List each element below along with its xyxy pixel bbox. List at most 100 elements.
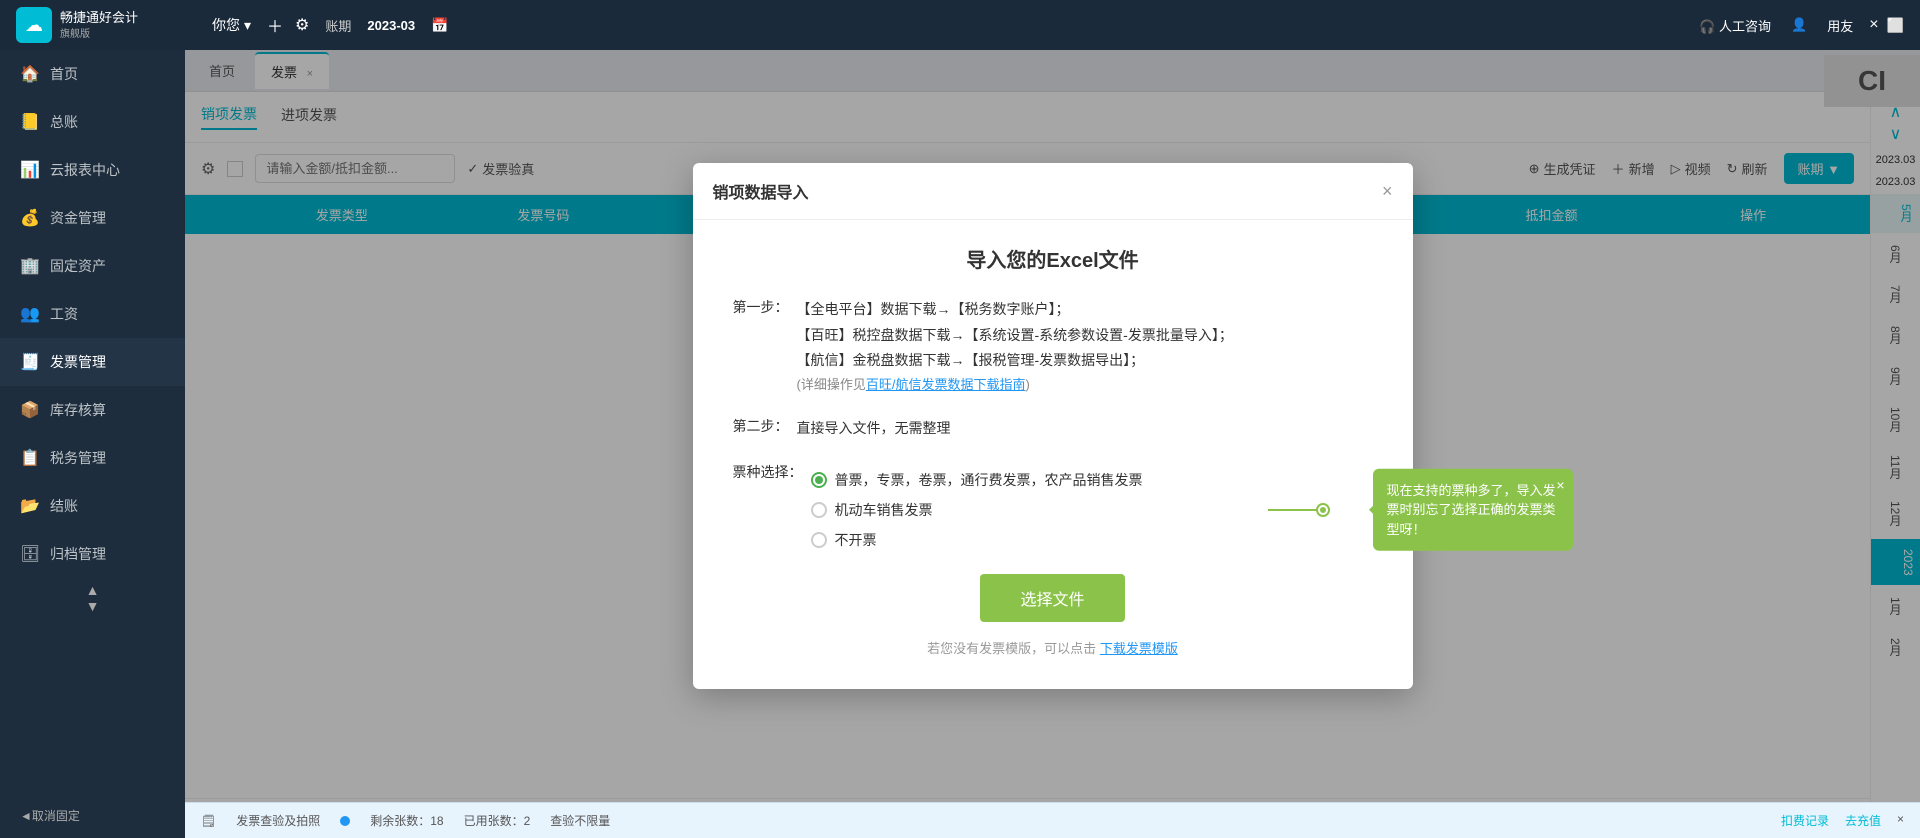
bottom-close-btn[interactable]: × (1897, 812, 1904, 829)
bottom-bar: 🗒 发票查验及拍照 剩余张数：18 已用张数：2 查验不限量 扣费记录 去充值 … (185, 802, 1920, 838)
radio-3[interactable] (811, 532, 827, 548)
archive-icon: 🗄 (20, 544, 40, 564)
ledger-icon: 📒 (20, 112, 40, 132)
unlimited-label: 查验不限量 (550, 812, 610, 829)
footer-text: 若您没有发票模版，可以点击 (927, 641, 1096, 656)
sidebar-item-close[interactable]: 📂 结账 (0, 482, 185, 530)
radio-1[interactable] (811, 472, 827, 488)
ticket-option-1-label: 普票，专票，卷票，通行费发票，农产品销售发票 (835, 470, 1143, 490)
logo-icon: ☁ (16, 7, 52, 43)
top-right: 🎧 人工咨询 👤 用友 (1699, 16, 1853, 35)
status-dot (340, 816, 350, 826)
used-count: 已用张数：2 (464, 812, 531, 829)
sidebar-label-inventory: 库存核算 (50, 400, 106, 420)
account-selector[interactable]: 你您 ▾ (212, 15, 251, 35)
sidebar-item-home[interactable]: 🏠 首页 (0, 50, 185, 98)
ticket-label: 票种选择： (733, 462, 803, 482)
sidebar-label-home: 首页 (50, 64, 78, 84)
chevron-down-icon[interactable]: ▾ (244, 17, 251, 34)
top-center: 你您 ▾ ＋ ⚙ 账期 2023-03 📅 (196, 13, 1699, 37)
support-btn[interactable]: 🎧 人工咨询 (1699, 16, 1771, 35)
sidebar-item-ledger[interactable]: 📒 总账 (0, 98, 185, 146)
tooltip-arrow (1363, 504, 1375, 516)
sidebar-item-salary[interactable]: 👥 工资 (0, 290, 185, 338)
tooltip-text: 现在支持的票种多了，导入发票时别忘了选择正确的发票类型呀！ (1387, 482, 1556, 536)
sidebar-scroll-down[interactable]: ▼ (86, 598, 100, 614)
step1-link[interactable]: 百旺/航信发票数据下载指南 (866, 377, 1026, 392)
logo: ☁ 畅捷通好会计 旗舰版 (16, 7, 196, 43)
sidebar-item-assets[interactable]: 🏢 固定资产 (0, 242, 185, 290)
tooltip-close-btn[interactable]: × (1556, 474, 1564, 495)
step1-sub: (详细操作见百旺/航信发票数据下载指南) (797, 373, 1233, 396)
modal-footer: 若您没有发票模版，可以点击 下载发票模版 (733, 638, 1373, 657)
recharge-link[interactable]: 去充值 (1845, 812, 1881, 829)
assets-icon: 🏢 (20, 256, 40, 276)
tooltip-line (1268, 509, 1318, 511)
modal-close-btn[interactable]: × (1382, 181, 1393, 202)
gear-icon[interactable]: ⚙ (295, 15, 309, 35)
tooltip-anchor-dot (1318, 505, 1328, 515)
modal-backdrop[interactable]: 销项数据导入 × 导入您的Excel文件 第一步： 【全电平台】数据下载→【税务… (185, 50, 1920, 802)
sidebar-label-assets: 固定资产 (50, 256, 106, 276)
tax-icon: 📋 (20, 448, 40, 468)
sidebar-label-funds: 资金管理 (50, 208, 106, 228)
sidebar-label-salary: 工资 (50, 304, 78, 324)
modal-body: 导入您的Excel文件 第一步： 【全电平台】数据下载→【税务数字账户】； 【百… (693, 220, 1413, 688)
user-name: 用友 (1827, 16, 1853, 35)
modal-select-btn-row: 选择文件 (733, 574, 1373, 622)
user-icon: 👤 (1791, 17, 1807, 33)
ticket-option-3-label: 不开票 (835, 530, 877, 550)
sidebar-label-close: 结账 (50, 496, 78, 516)
ticket-option-2[interactable]: 机动车销售发票 × 现在支持的票种多了，导入发票时别忘了选择正确的发票类型呀！ (811, 500, 1143, 520)
modal-step2: 第二步： 直接导入文件，无需整理 (733, 416, 1373, 441)
step1-line2: 【百旺】税控盘数据下载→【系统设置-系统参数设置-发票批量导入】； (797, 323, 1233, 348)
step2-label: 第二步： (733, 416, 789, 441)
fee-record-link[interactable]: 扣费记录 (1781, 812, 1829, 829)
step1-line1: 【全电平台】数据下载→【税务数字账户】； (797, 297, 1233, 322)
modal-main-title: 导入您的Excel文件 (733, 244, 1373, 273)
window-maximize-icon[interactable]: ⬜ (1887, 17, 1904, 34)
reports-icon: 📊 (20, 160, 40, 180)
sidebar-item-reports[interactable]: 📊 云报表中心 (0, 146, 185, 194)
logo-badge: 旗舰版 (60, 25, 138, 40)
sidebar-item-invoice[interactable]: 🧾 发票管理 (0, 338, 185, 386)
radio-2[interactable] (811, 502, 827, 518)
download-template-link[interactable]: 下载发票模版 (1100, 641, 1178, 656)
sidebar-bottom: ◄取消固定 (0, 793, 185, 838)
funds-icon: 💰 (20, 208, 40, 228)
sidebar-item-archive[interactable]: 🗄 归档管理 (0, 530, 185, 578)
tooltip-bubble: × 现在支持的票种多了，导入发票时别忘了选择正确的发票类型呀！ (1373, 468, 1573, 551)
invoice-check-icon: 🗒 (201, 814, 216, 828)
sidebar-item-funds[interactable]: 💰 资金管理 (0, 194, 185, 242)
account-name: 你您 (212, 15, 240, 35)
remaining-count: 剩余张数：18 (370, 812, 443, 829)
period-label: 账期 (325, 16, 351, 35)
ticket-option-1[interactable]: 普票，专票，卷票，通行费发票，农产品销售发票 (811, 470, 1143, 490)
sidebar-unpin-btn[interactable]: ◄取消固定 (0, 793, 185, 838)
ticket-option-3[interactable]: 不开票 (811, 530, 1143, 550)
sidebar-item-inventory[interactable]: 📦 库存核算 (0, 386, 185, 434)
sidebar-label-invoice: 发票管理 (50, 352, 106, 372)
add-icon[interactable]: ＋ (267, 13, 283, 37)
modal-step1: 第一步： 【全电平台】数据下载→【税务数字账户】； 【百旺】税控盘数据下载→【系… (733, 297, 1373, 396)
step1-line3: 【航信】金税盘数据下载→【报税管理-发票数据导出】； (797, 348, 1233, 373)
ticket-options: 普票，专票，卷票，通行费发票，农产品销售发票 机动车销售发票 × 现在支持的票种… (811, 470, 1143, 550)
invoice-icon: 🧾 (20, 352, 40, 372)
window-close-icon[interactable]: × (1869, 16, 1878, 34)
unpin-label: ◄取消固定 (20, 807, 80, 824)
sidebar-scroll-up[interactable]: ▲ (86, 582, 100, 598)
invoice-check-label: 发票查验及拍照 (236, 812, 320, 829)
modal-title: 销项数据导入 (713, 179, 809, 203)
sidebar-item-tax[interactable]: 📋 税务管理 (0, 434, 185, 482)
period-value: 2023-03 (367, 18, 415, 33)
home-icon: 🏠 (20, 64, 40, 84)
top-bar: ☁ 畅捷通好会计 旗舰版 你您 ▾ ＋ ⚙ 账期 2023-03 📅 🎧 人工咨… (0, 0, 1920, 50)
sidebar-label-archive: 归档管理 (50, 544, 106, 564)
sidebar-label-tax: 税务管理 (50, 448, 106, 468)
modal-header: 销项数据导入 × (693, 163, 1413, 220)
calendar-icon[interactable]: 📅 (431, 17, 448, 34)
modal-dialog: 销项数据导入 × 导入您的Excel文件 第一步： 【全电平台】数据下载→【税务… (693, 163, 1413, 688)
inventory-icon: 📦 (20, 400, 40, 420)
select-file-btn[interactable]: 选择文件 (980, 574, 1124, 622)
step2-content: 直接导入文件，无需整理 (797, 416, 951, 441)
